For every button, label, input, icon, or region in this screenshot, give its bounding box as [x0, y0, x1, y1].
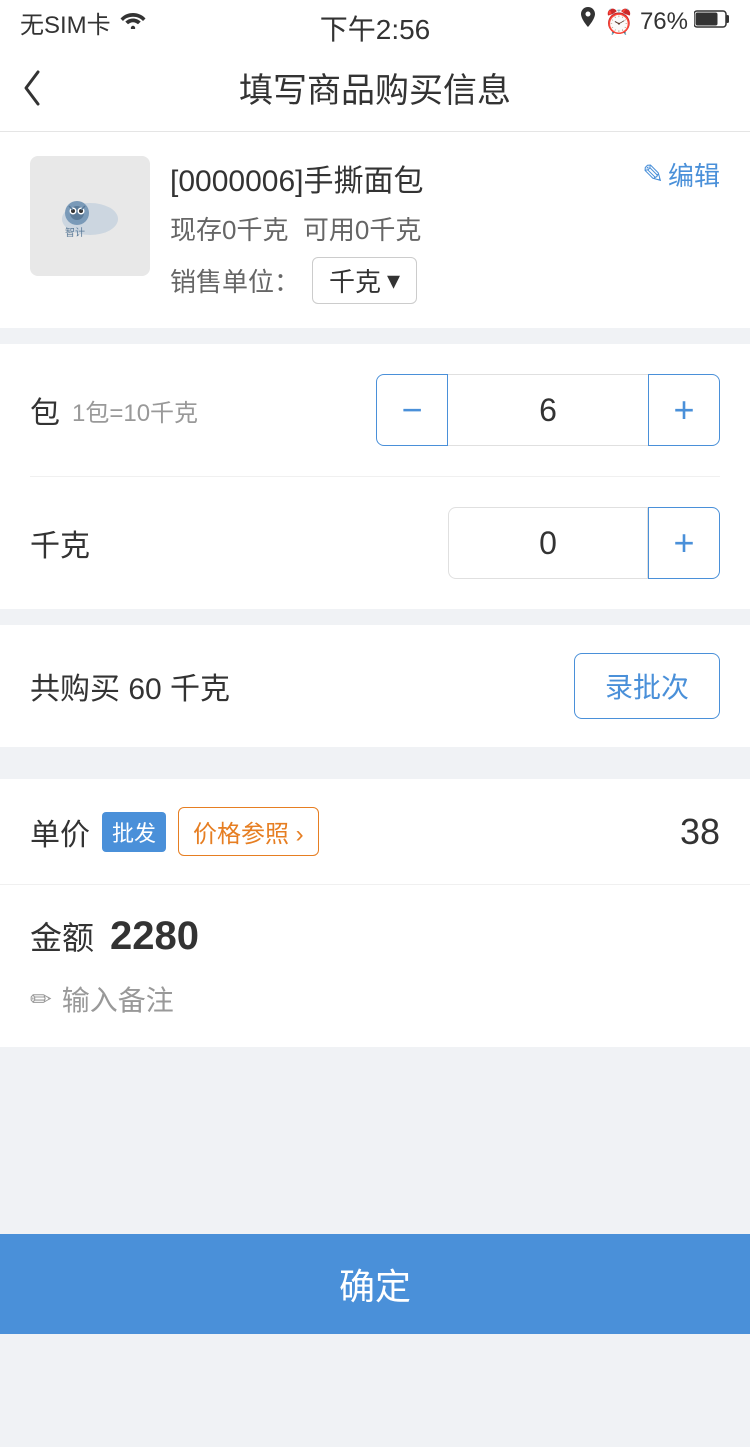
status-time: 下午2:56	[320, 8, 431, 48]
edit-button[interactable]: ✎ 编辑	[642, 156, 720, 193]
product-thumbnail: 智计	[30, 156, 150, 276]
amount-section: 金额 2280 ✏ 输入备注	[0, 885, 750, 1047]
battery-label: 76%	[640, 8, 688, 36]
unit-select[interactable]: 千克 ▾	[312, 257, 417, 304]
status-bar: 无SIM卡 下午2:56 ⏰ 76%	[0, 0, 750, 44]
price-tag: 批发	[102, 812, 166, 852]
nav-title: 填写商品购买信息	[239, 63, 511, 112]
svg-text:智计: 智计	[65, 226, 85, 239]
qty-label-bag: 包 1包=10千克	[30, 388, 198, 432]
price-section: 单价 批发 价格参照 › 38	[0, 779, 750, 885]
qty-plus-kg[interactable]: +	[648, 507, 720, 579]
total-text: 共购买 60 千克	[30, 664, 230, 708]
confirm-button[interactable]: 确定	[339, 1258, 411, 1310]
remark-row[interactable]: ✏ 输入备注	[30, 979, 720, 1019]
product-card: 智计 [0000006]手撕面包 现存0千克 可用0千克 销售单位： 千克 ▾ …	[0, 132, 750, 328]
status-left: 无SIM卡	[20, 5, 147, 40]
price-value: 38	[680, 811, 720, 853]
status-right: ⏰ 76%	[578, 7, 730, 38]
price-label-row: 单价 批发 价格参照 ›	[30, 807, 319, 856]
quantity-row-bag: 包 1包=10千克 − +	[30, 344, 720, 477]
amount-row: 金额 2280	[30, 913, 720, 959]
product-stock: 现存0千克 可用0千克	[170, 210, 720, 247]
back-button[interactable]	[20, 68, 44, 108]
chevron-down-icon: ▾	[387, 265, 400, 296]
total-section: 共购买 60 千克 录批次	[0, 625, 750, 747]
price-ref-button[interactable]: 价格参照 ›	[178, 807, 319, 856]
amount-value: 2280	[110, 914, 199, 959]
qty-input-bag[interactable]	[448, 374, 648, 446]
wifi-icon	[119, 8, 147, 36]
edit-icon: ✎	[642, 159, 664, 190]
price-label: 单价	[30, 810, 90, 854]
confirm-bar[interactable]: 确定	[0, 1234, 750, 1334]
location-icon	[578, 7, 598, 38]
product-unit-row: 销售单位： 千克 ▾	[170, 257, 720, 304]
qty-control-kg: +	[448, 507, 720, 579]
battery-icon	[694, 8, 730, 36]
quantity-section: 包 1包=10千克 − + 千克 +	[0, 344, 750, 609]
product-name: [0000006]手撕面包	[170, 156, 720, 200]
qty-label-kg: 千克	[30, 521, 90, 565]
qty-minus-bag[interactable]: −	[376, 374, 448, 446]
qty-plus-bag[interactable]: +	[648, 374, 720, 446]
carrier-label: 无SIM卡	[20, 5, 111, 40]
qty-control-bag: − +	[376, 374, 720, 446]
pencil-icon: ✏	[30, 984, 52, 1015]
product-info: [0000006]手撕面包 现存0千克 可用0千克 销售单位： 千克 ▾	[170, 156, 720, 304]
sep-1	[0, 609, 750, 625]
qty-input-kg[interactable]	[448, 507, 648, 579]
sep-2	[0, 763, 750, 779]
remark-placeholder: 输入备注	[62, 979, 174, 1019]
alarm-icon: ⏰	[604, 8, 634, 37]
amount-label: 金额	[30, 913, 94, 959]
batch-button[interactable]: 录批次	[574, 653, 720, 719]
quantity-row-kg: 千克 +	[30, 477, 720, 609]
nav-bar: 填写商品购买信息	[0, 44, 750, 132]
